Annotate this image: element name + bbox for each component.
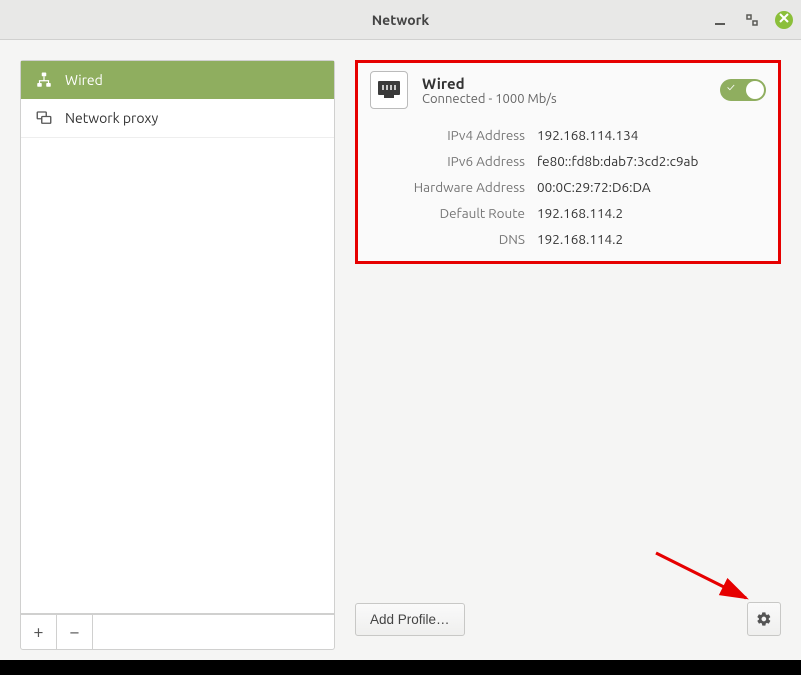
detail-label: IPv4 Address — [370, 127, 525, 143]
detail-value: 192.168.114.134 — [537, 127, 766, 143]
window-title: Network — [372, 12, 430, 28]
detail-value: 00:0C:29:72:D6:DA — [537, 179, 766, 195]
sidebar-item-label: Network proxy — [65, 110, 158, 126]
add-profile-button[interactable]: Add Profile… — [355, 603, 465, 636]
sidebar-item-label: Wired — [65, 72, 103, 88]
wired-icon — [35, 71, 53, 89]
proxy-icon — [35, 109, 53, 127]
connection-title: Wired — [422, 75, 557, 92]
sidebar-item-proxy[interactable]: Network proxy — [21, 99, 334, 138]
sidebar-list: Wired Network proxy — [20, 60, 335, 614]
detail-value: fe80::fd8b:dab7:3cd2:c9ab — [537, 153, 766, 169]
content-area: Wired Network proxy + − — [0, 40, 801, 660]
detail-value: 192.168.114.2 — [537, 231, 766, 247]
detail-label: Hardware Address — [370, 179, 525, 195]
detail-value: 192.168.114.2 — [537, 205, 766, 221]
close-icon — [779, 13, 789, 23]
main-panel: Wired Connected - 1000 Mb/s ✓ IPv4 Addre… — [335, 60, 791, 650]
maximize-icon — [746, 14, 758, 26]
remove-connection-button[interactable]: − — [57, 615, 93, 649]
sidebar: Wired Network proxy + − — [20, 60, 335, 650]
connection-toggle[interactable]: ✓ — [720, 79, 766, 101]
connection-panel-highlight: Wired Connected - 1000 Mb/s ✓ IPv4 Addre… — [355, 60, 781, 264]
add-connection-button[interactable]: + — [21, 615, 57, 649]
check-icon: ✓ — [727, 82, 735, 94]
detail-label: IPv6 Address — [370, 153, 525, 169]
ethernet-icon — [370, 71, 408, 109]
window-titlebar: Network — [0, 0, 801, 40]
connection-title-block: Wired Connected - 1000 Mb/s — [422, 75, 557, 106]
gear-icon — [756, 611, 772, 627]
close-button[interactable] — [775, 11, 793, 29]
connection-header: Wired Connected - 1000 Mb/s ✓ — [370, 71, 766, 109]
minimize-button[interactable] — [711, 11, 729, 29]
detail-label: Default Route — [370, 205, 525, 221]
connection-status: Connected - 1000 Mb/s — [422, 92, 557, 106]
maximize-button[interactable] — [743, 11, 761, 29]
sidebar-item-wired[interactable]: Wired — [21, 61, 334, 99]
window-controls — [711, 11, 793, 29]
minimize-icon — [714, 14, 726, 26]
bottom-border — [0, 660, 801, 675]
sidebar-footer: + − — [20, 614, 335, 650]
annotation-arrow — [651, 548, 761, 608]
detail-label: DNS — [370, 231, 525, 247]
connection-details: IPv4 Address 192.168.114.134 IPv6 Addres… — [370, 127, 766, 247]
